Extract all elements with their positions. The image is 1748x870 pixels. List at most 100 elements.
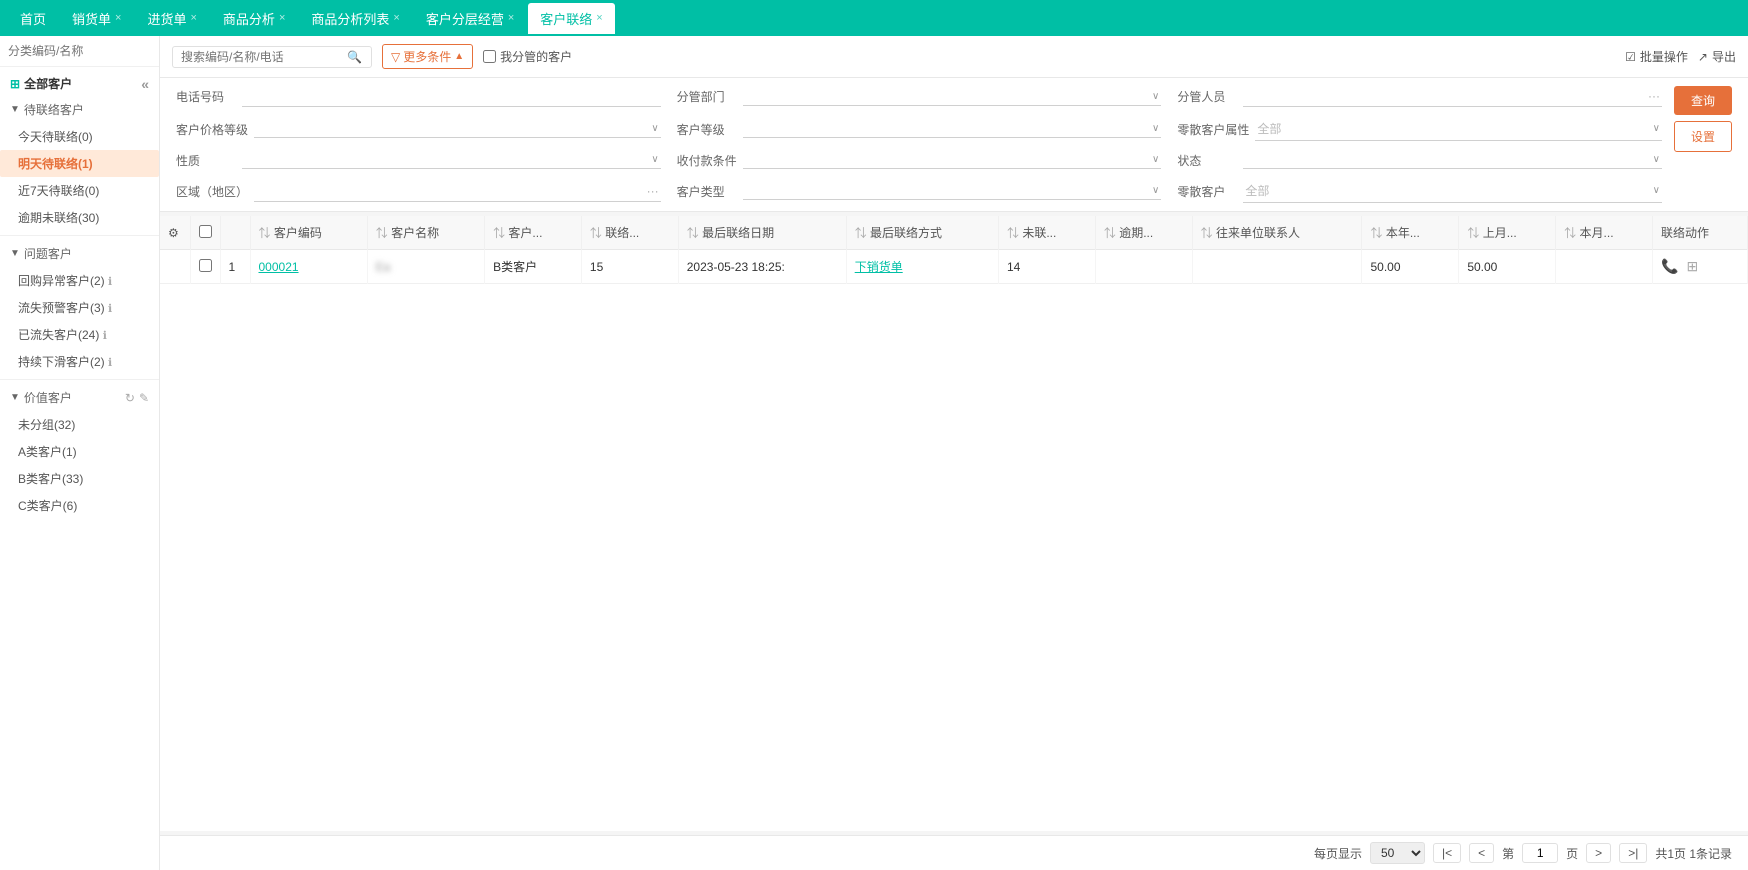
nav-home[interactable]: 首页 [8, 3, 58, 34]
row-type-cell: B类客户 [485, 250, 582, 284]
nav-customer-segment[interactable]: 客户分层经营 × [414, 3, 526, 34]
filter-dept: 分管部门 ∨ [677, 88, 1162, 106]
col-overdue: ⇅ 逾期... [1095, 216, 1192, 250]
contact-count: 15 [590, 260, 603, 274]
region-dots[interactable]: ··· [254, 181, 661, 202]
row-name-cell: Ea [367, 250, 484, 284]
retail-customer-select[interactable]: 全部∨ [1243, 179, 1662, 203]
close-sales-icon[interactable]: × [115, 12, 121, 24]
select-all-checkbox[interactable] [199, 225, 212, 238]
dept-select[interactable]: ∨ [743, 88, 1162, 106]
sort-icon-name: ⇅ [376, 226, 388, 240]
last-contact-method-link[interactable]: 下销货单 [855, 260, 903, 274]
first-page-btn[interactable]: |< [1433, 843, 1461, 863]
close-purchase-icon[interactable]: × [190, 12, 196, 24]
last-page-btn[interactable]: >| [1619, 843, 1647, 863]
sidebar-item-overdue[interactable]: 逾期未联络(30) [0, 204, 159, 231]
price-level-select[interactable]: ∨ [254, 120, 661, 138]
col-settings[interactable]: ⚙ [160, 216, 190, 250]
filter-icon: ▽ [391, 50, 400, 64]
filter-payment: 收付款条件 ∨ [677, 151, 1162, 169]
set-button[interactable]: 设置 [1674, 121, 1732, 152]
close-product-list-icon[interactable]: × [393, 12, 399, 24]
status-select[interactable]: ∨ [1243, 151, 1662, 169]
export-btn[interactable]: ↗ 导出 [1698, 48, 1736, 65]
filter-price-level: 客户价格等级 ∨ [176, 120, 661, 138]
main-search-input[interactable] [181, 50, 341, 64]
row-unit-contact-cell [1192, 250, 1362, 284]
row-action-cell: 📞 ⊞ [1653, 250, 1748, 284]
extended-filters: 电话号码 分管部门 ∨ 分管人员 ··· [160, 78, 1748, 212]
col-this-month: ⇅ 本月... [1556, 216, 1653, 250]
nav-purchase[interactable]: 进货单 × [135, 3, 208, 34]
sidebar-item-type-a[interactable]: A类客户(1) [0, 438, 159, 465]
sidebar-item-declining[interactable]: 持续下滑客户(2) ℹ [0, 348, 159, 375]
bulk-ops-btn[interactable]: ☑ 批量操作 [1625, 48, 1688, 65]
close-product-analysis-icon[interactable]: × [279, 12, 285, 24]
col-index [220, 216, 250, 250]
nav-product-analysis[interactable]: 商品分析 × [211, 3, 297, 34]
refresh-icon[interactable]: ↻ [125, 391, 135, 405]
nav-sales[interactable]: 销货单 × [60, 3, 133, 34]
sidebar-group-value[interactable]: ▼ 价值客户 ↻ ✎ [0, 384, 159, 411]
sort-icon-overdue: ⇅ [1104, 226, 1116, 240]
grid-action-icon[interactable]: ⊞ [1686, 258, 1698, 275]
row-index-cell: 1 [220, 250, 250, 284]
prev-page-btn[interactable]: < [1469, 843, 1494, 863]
sidebar-item-7days[interactable]: 近7天待联络(0) [0, 177, 159, 204]
search-icon[interactable]: 🔍 [347, 50, 362, 64]
chevron-up-icon: ▲ [454, 51, 464, 62]
row-overdue-cell [1095, 250, 1192, 284]
total-info: 共1页 1条记录 [1655, 845, 1732, 862]
my-customers-checkbox[interactable]: 我分管的客户 [483, 48, 572, 65]
sidebar-collapse-btn[interactable]: « [141, 76, 149, 92]
sidebar-item-tomorrow[interactable]: 明天待联络(1) [0, 150, 159, 177]
row-checkbox[interactable] [199, 259, 212, 272]
retail-attr-select[interactable]: 全部∨ [1255, 117, 1662, 141]
edit-icon[interactable]: ✎ [139, 391, 149, 405]
data-table-container: ⚙ ⇅ 客户编码 ⇅ 客户名称 [160, 216, 1748, 831]
top-nav: 首页 销货单 × 进货单 × 商品分析 × 商品分析列表 × 客户分层经营 × … [0, 0, 1748, 36]
row-last-month-cell: 50.00 [1459, 250, 1556, 284]
row-this-month-cell [1556, 250, 1653, 284]
sidebar-group-problem[interactable]: ▼ 问题客户 [0, 240, 159, 267]
sidebar-item-type-b[interactable]: B类客户(33) [0, 465, 159, 492]
filter-customer-level: 客户等级 ∨ [677, 120, 1162, 138]
nav-customer-contact[interactable]: 客户联络 × [528, 3, 614, 34]
row-not-contacted-cell: 14 [998, 250, 1095, 284]
sort-icon-type: ⇅ [493, 226, 505, 240]
query-button[interactable]: 查询 [1674, 86, 1732, 115]
sort-icon-notcontact: ⇅ [1007, 226, 1019, 240]
sidebar-item-abnormal[interactable]: 回购异常客户(2) ℹ [0, 267, 159, 294]
filter-customer-type: 客户类型 ∨ [677, 182, 1162, 200]
data-table: ⚙ ⇅ 客户编码 ⇅ 客户名称 [160, 216, 1748, 284]
close-segment-icon[interactable]: × [508, 12, 514, 24]
sidebar-item-today[interactable]: 今天待联络(0) [0, 123, 159, 150]
sidebar-group-pending[interactable]: ▼ 待联络客户 [0, 96, 159, 123]
payment-select[interactable]: ∨ [743, 151, 1162, 169]
nav-product-analysis-list[interactable]: 商品分析列表 × [299, 3, 411, 34]
settings-icon[interactable]: ⚙ [168, 226, 179, 240]
customer-type-select[interactable]: ∨ [743, 182, 1162, 200]
col-code: ⇅ 客户编码 [250, 216, 367, 250]
customer-level-select[interactable]: ∨ [743, 120, 1162, 138]
manager-dots[interactable]: ··· [1243, 86, 1662, 107]
sidebar-item-type-c[interactable]: C类客户(6) [0, 492, 159, 519]
sidebar-item-churn-warning[interactable]: 流失预警客户(3) ℹ [0, 294, 159, 321]
more-conditions-btn[interactable]: ▽ 更多条件 ▲ [382, 44, 473, 69]
phone-input[interactable] [242, 86, 661, 107]
page-number-input[interactable] [1522, 843, 1558, 863]
next-page-btn[interactable]: > [1586, 843, 1611, 863]
nature-select[interactable]: ∨ [242, 151, 661, 169]
sidebar-item-ungrouped[interactable]: 未分组(32) [0, 411, 159, 438]
col-not-contacted: ⇅ 未联... [998, 216, 1095, 250]
phone-action-icon[interactable]: 📞 [1661, 258, 1678, 275]
close-contact-icon[interactable]: × [596, 12, 602, 24]
sidebar-search-input[interactable] [8, 44, 160, 58]
filter-retail-customer: 零散客户 全部∨ [1177, 179, 1662, 203]
customer-code-link[interactable]: 000021 [259, 260, 299, 274]
sidebar-item-churned[interactable]: 已流失客户(24) ℹ [0, 321, 159, 348]
filter-row-1: 电话号码 分管部门 ∨ 分管人员 ··· [176, 86, 1662, 107]
per-page-select[interactable]: 50 100 200 [1370, 842, 1425, 864]
my-customers-check[interactable] [483, 50, 496, 63]
